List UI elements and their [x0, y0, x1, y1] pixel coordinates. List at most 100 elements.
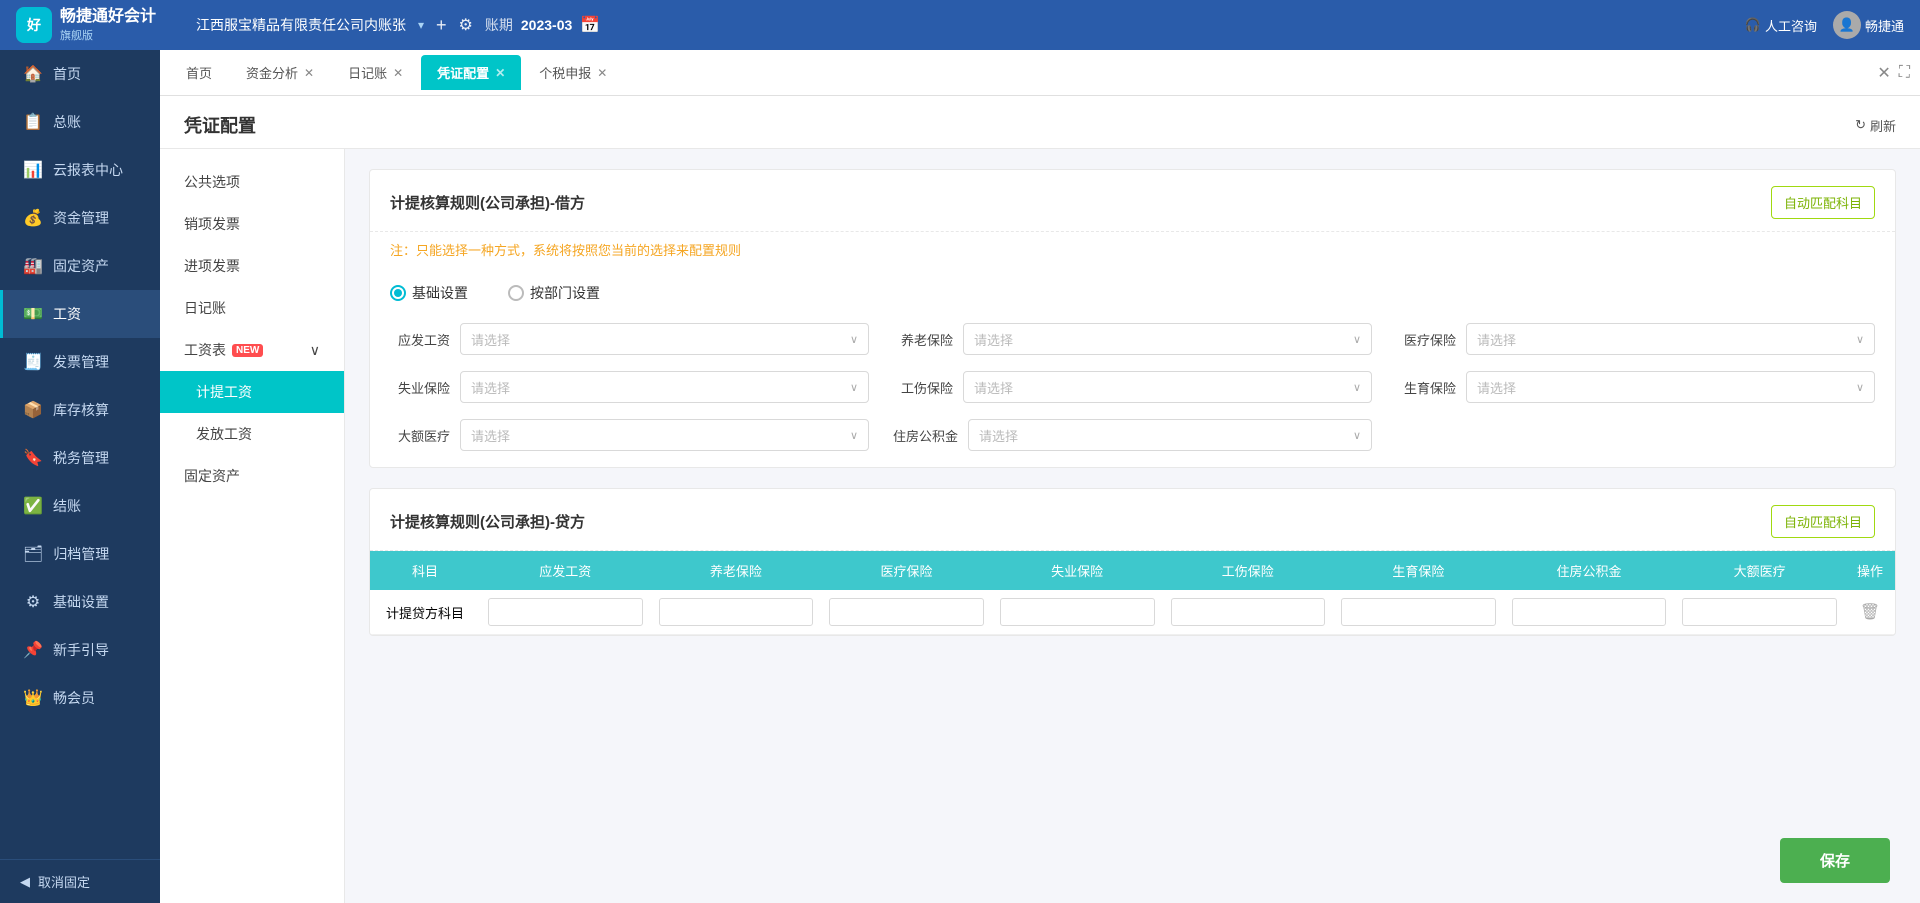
sidebar-item-tax[interactable]: 🔖 税务管理 — [0, 434, 160, 482]
col-housing-fund: 住房公积金 — [1504, 551, 1675, 590]
input-injury[interactable] — [1171, 598, 1326, 626]
refresh-button[interactable]: ↻ 刷新 — [1855, 116, 1896, 135]
radio-basic-indicator — [390, 285, 406, 301]
cell-injury — [1163, 590, 1334, 635]
headset-icon: 🎧 — [1745, 17, 1761, 33]
cancel-fixed-button[interactable]: ◀ 取消固定 — [0, 859, 160, 903]
nav-journal[interactable]: 日记账 — [160, 287, 344, 329]
nav-fixed-assets[interactable]: 固定资产 — [160, 455, 344, 497]
select-housing-fund[interactable]: 请选择 ∨ — [968, 419, 1372, 451]
archive-icon: 🗂 — [23, 544, 43, 564]
select-arrow-housing-fund: ∨ — [1353, 429, 1361, 442]
account-period: 账期 2023-03 📅 — [485, 15, 600, 35]
input-unemployment[interactable] — [1000, 598, 1155, 626]
label-apply-salary: 应发工资 — [390, 330, 450, 349]
label-housing-fund: 住房公积金 — [893, 426, 958, 445]
close-capital-tab[interactable]: ✕ — [304, 66, 314, 80]
close-all-icon[interactable]: ✕ — [1877, 63, 1890, 83]
label-big-medical: 大额医疗 — [390, 426, 450, 445]
sidebar-item-capital[interactable]: 💰 资金管理 — [0, 194, 160, 242]
credit-table-head: 科目 应发工资 养老保险 医疗保险 失业保险 工伤保险 生育保险 住房公积金 大… — [370, 551, 1895, 590]
radio-dept-indicator — [508, 285, 524, 301]
cell-big-medical — [1674, 590, 1845, 635]
sidebar-item-archive[interactable]: 🗂 归档管理 — [0, 530, 160, 578]
section-debit-body: 基础设置 按部门设置 应发工资 — [370, 267, 1895, 467]
input-apply-salary[interactable] — [488, 598, 643, 626]
select-arrow-pension: ∨ — [1353, 333, 1361, 346]
select-pension[interactable]: 请选择 ∨ — [963, 323, 1372, 355]
radio-basic[interactable]: 基础设置 — [390, 283, 468, 303]
sidebar-item-inventory[interactable]: 📦 库存核算 — [0, 386, 160, 434]
select-big-medical[interactable]: 请选择 ∨ — [460, 419, 869, 451]
nav-sales[interactable]: 销项发票 — [160, 203, 344, 245]
settings-icon[interactable]: ⚙ — [459, 15, 473, 35]
close-voucher-tab[interactable]: ✕ — [495, 66, 505, 80]
radio-dept[interactable]: 按部门设置 — [508, 283, 600, 303]
calendar-icon[interactable]: 📅 — [580, 15, 600, 35]
delete-row-button[interactable]: 🗑 — [1860, 604, 1880, 621]
select-maternity[interactable]: 请选择 ∨ — [1466, 371, 1875, 403]
nav-salary-table-group[interactable]: 工资表 NEW ∨ — [160, 329, 344, 371]
new-badge: NEW — [232, 344, 263, 357]
tab-tax[interactable]: 个税申报 ✕ — [523, 55, 623, 90]
sidebar-item-settings[interactable]: ⚙ 基础设置 — [0, 578, 160, 626]
tab-voucher[interactable]: 凭证配置 ✕ — [421, 55, 521, 90]
input-housing-fund[interactable] — [1512, 598, 1667, 626]
table-row: 计提贷方科目 — [370, 590, 1895, 635]
nav-salary-calc[interactable]: 计提工资 — [160, 371, 344, 413]
company-dropdown-icon[interactable]: ▾ — [418, 18, 424, 32]
auto-match-debit-button[interactable]: 自动匹配科目 — [1771, 186, 1875, 219]
top-center: 江西服宝精品有限责任公司内账张 ▾ + ⚙ 账期 2023-03 📅 — [176, 15, 1745, 36]
user-area[interactable]: 👤 畅捷通 — [1833, 11, 1904, 39]
invoice-icon: 🧾 — [23, 352, 43, 372]
input-maternity[interactable] — [1341, 598, 1496, 626]
form-row-big-medical: 大额医疗 请选择 ∨ — [390, 419, 869, 451]
section-credit-header: 计提核算规则(公司承担)-贷方 自动匹配科目 — [370, 489, 1895, 551]
close-tax-tab[interactable]: ✕ — [597, 66, 607, 80]
period-label: 账期 — [485, 15, 513, 35]
sidebar-item-salary[interactable]: 💵 工资 — [0, 290, 160, 338]
select-arrow-unemployment: ∨ — [850, 381, 858, 394]
col-action: 操作 — [1845, 551, 1895, 590]
add-icon[interactable]: + — [436, 15, 447, 36]
sidebar-item-vip[interactable]: 👑 畅会员 — [0, 674, 160, 722]
label-unemployment: 失业保险 — [390, 378, 450, 397]
tab-actions: ✕ ⛶ — [1877, 63, 1910, 83]
select-injury[interactable]: 请选择 ∨ — [963, 371, 1372, 403]
avatar: 👤 — [1833, 11, 1861, 39]
warning-text: 注：只能选择一种方式，系统将按照您当前的选择来配置规则 — [370, 232, 1895, 267]
sidebar: 🏠 首页 📋 总账 📊 云报表中心 💰 资金管理 🏭 固定资产 💵 工资 🧾 发… — [0, 50, 160, 903]
tab-journal[interactable]: 日记账 ✕ — [332, 55, 419, 90]
sidebar-item-invoice[interactable]: 🧾 发票管理 — [0, 338, 160, 386]
page-header: 凭证配置 ↻ 刷新 — [160, 96, 1920, 149]
col-category: 科目 — [370, 551, 480, 590]
expand-icon[interactable]: ⛶ — [1899, 64, 1910, 82]
tab-home[interactable]: 首页 — [170, 55, 228, 90]
nav-public[interactable]: 公共选项 — [160, 161, 344, 203]
tab-capital[interactable]: 资金分析 ✕ — [230, 55, 330, 90]
help-button[interactable]: 🎧 人工咨询 — [1745, 16, 1817, 35]
sidebar-item-fixed[interactable]: 🏭 固定资产 — [0, 242, 160, 290]
sidebar-item-ledger[interactable]: 📋 总账 — [0, 98, 160, 146]
input-big-medical[interactable] — [1682, 598, 1837, 626]
nav-salary-pay[interactable]: 发放工资 — [160, 413, 344, 455]
sidebar-item-checkout[interactable]: ✅ 结账 — [0, 482, 160, 530]
save-button[interactable]: 保存 — [1780, 838, 1890, 883]
select-unemployment[interactable]: 请选择 ∨ — [460, 371, 869, 403]
input-medical[interactable] — [829, 598, 984, 626]
section-debit-header: 计提核算规则(公司承担)-借方 自动匹配科目 — [370, 170, 1895, 232]
select-apply-salary[interactable]: 请选择 ∨ — [460, 323, 869, 355]
col-maternity: 生育保险 — [1333, 551, 1504, 590]
close-journal-tab[interactable]: ✕ — [393, 66, 403, 80]
company-name: 江西服宝精品有限责任公司内账张 — [196, 15, 406, 35]
sidebar-item-guide[interactable]: 📌 新手引导 — [0, 626, 160, 674]
sidebar-item-home[interactable]: 🏠 首页 — [0, 50, 160, 98]
select-arrow-injury: ∨ — [1353, 381, 1361, 394]
input-pension[interactable] — [659, 598, 814, 626]
nav-purchase[interactable]: 进项发票 — [160, 245, 344, 287]
select-medical[interactable]: 请选择 ∨ — [1466, 323, 1875, 355]
reports-icon: 📊 — [23, 160, 43, 180]
auto-match-credit-button[interactable]: 自动匹配科目 — [1771, 505, 1875, 538]
sidebar-item-reports[interactable]: 📊 云报表中心 — [0, 146, 160, 194]
body-split: 公共选项 销项发票 进项发票 日记账 工资表 NEW ∨ — [160, 149, 1920, 903]
